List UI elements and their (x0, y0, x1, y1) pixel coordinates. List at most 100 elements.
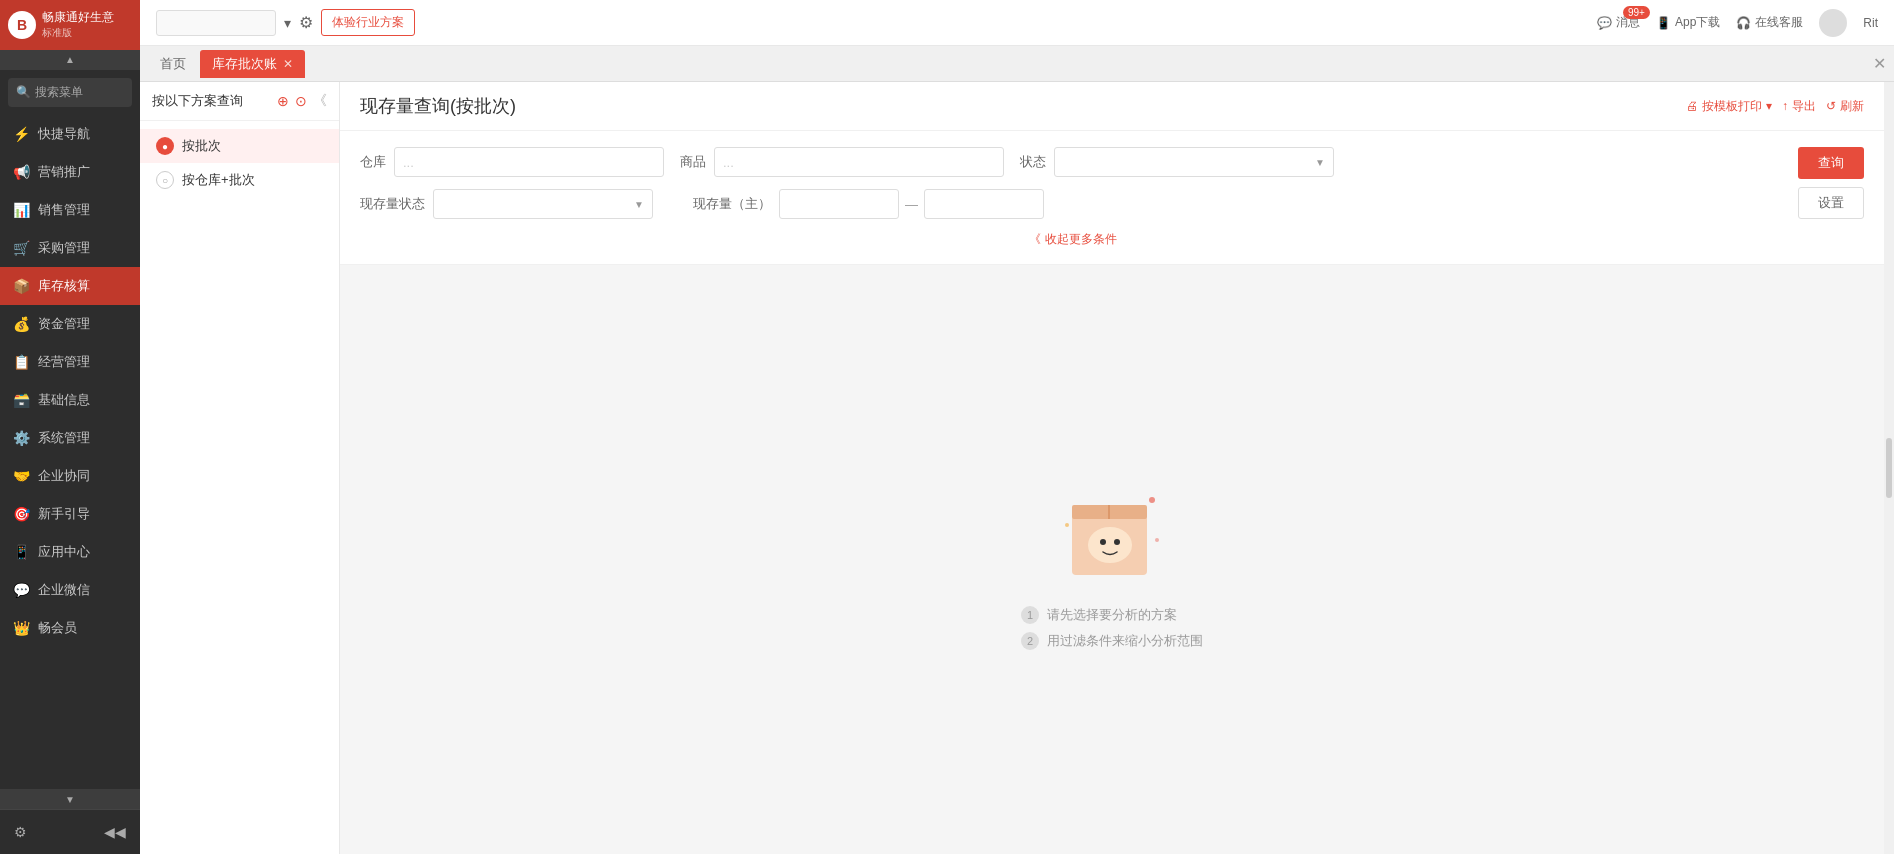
print-button[interactable]: 🖨 按模板打印 ▾ (1686, 98, 1772, 115)
message-icon: 💬 (1597, 16, 1612, 30)
export-icon: ↑ (1782, 99, 1788, 113)
sidebar-item-sales[interactable]: 📊 销售管理 (0, 191, 140, 229)
left-panel-header: 按以下方案查询 ⊕ ⊙ 《 (140, 82, 339, 121)
svg-point-8 (1155, 538, 1159, 542)
sidebar-item-marketing[interactable]: 📢 营销推广 (0, 153, 140, 191)
set-button[interactable]: 设置 (1798, 187, 1864, 219)
warehouse-input[interactable]: ... (394, 147, 664, 177)
stock-qty-min-input[interactable] (779, 189, 899, 219)
svg-point-6 (1149, 497, 1155, 503)
sidebar-item-label: 经营管理 (38, 353, 90, 371)
app-logo: B (8, 11, 36, 39)
export-button[interactable]: ↑ 导出 (1782, 98, 1816, 115)
add-scheme-button[interactable]: ⊕ (277, 93, 289, 109)
warehouse-filter: 仓库 ... (360, 147, 664, 177)
sidebar-item-operations[interactable]: 📋 经营管理 (0, 343, 140, 381)
tab-home[interactable]: 首页 (148, 50, 198, 78)
query-button[interactable]: 查询 (1798, 147, 1864, 179)
sidebar-nav: ⚡ 快捷导航 📢 营销推广 📊 销售管理 🛒 采购管理 📦 库存核算 💰 资金管… (0, 115, 140, 789)
sidebar-item-appstore[interactable]: 📱 应用中心 (0, 533, 140, 571)
filter-row-1: 仓库 ... 商品 ... (360, 147, 1786, 177)
user-avatar[interactable] (1819, 9, 1847, 37)
message-badge: 99+ (1623, 6, 1650, 19)
panel-close-button[interactable]: ✕ (1873, 54, 1886, 73)
sidebar-item-label: 系统管理 (38, 429, 90, 447)
sidebar-item-purchase[interactable]: 🛒 采购管理 (0, 229, 140, 267)
sidebar-item-label: 新手引导 (38, 505, 90, 523)
search-menu-button[interactable]: 🔍 搜索菜单 (8, 78, 132, 107)
collapse-sidebar-button[interactable]: ◀◀ (100, 820, 130, 844)
scrollbar-thumb (1886, 438, 1892, 498)
topbar-dropdown-button[interactable]: ▾ (284, 15, 291, 31)
step-2-num: 2 (1021, 632, 1039, 650)
action-buttons: 查询 设置 (1798, 147, 1864, 219)
stock-qty-max-input[interactable] (924, 189, 1044, 219)
tab-batch[interactable]: 库存批次账 ✕ (200, 50, 305, 78)
service-label: 在线客服 (1755, 14, 1803, 31)
settings-button[interactable]: ⚙ (10, 820, 31, 844)
step-1-num: 1 (1021, 606, 1039, 624)
collapse-left-button[interactable]: 《 (313, 92, 327, 110)
status-dropdown[interactable]: ▼ (1054, 147, 1334, 177)
username-label[interactable]: Rit (1863, 16, 1878, 30)
operations-icon: 📋 (12, 353, 30, 371)
collapse-more-button[interactable]: 《 收起更多条件 (1029, 231, 1117, 248)
stock-status-select[interactable]: ▼ (433, 189, 653, 219)
stock-status-chevron-icon: ▼ (634, 199, 644, 210)
topbar-search-input[interactable] (156, 10, 276, 36)
left-panel-title: 按以下方案查询 (152, 92, 243, 110)
scheme-settings-button[interactable]: ⊙ (295, 93, 307, 109)
sidebar: B 畅康通好生意 标准版 ▲ 🔍 搜索菜单 ⚡ 快捷导航 📢 营销推广 📊 销售… (0, 0, 140, 854)
warehouse-label: 仓库 (360, 153, 386, 171)
app-download-button[interactable]: 📱 App下载 (1656, 14, 1720, 31)
message-button[interactable]: 💬 消息 99+ (1597, 14, 1640, 31)
sidebar-item-quick[interactable]: ⚡ 快捷导航 (0, 115, 140, 153)
topbar-right: 💬 消息 99+ 📱 App下载 🎧 在线客服 Rit (1597, 9, 1878, 37)
empty-text: 1 请先选择要分析的方案 2 用过滤条件来缩小分析范围 (1021, 606, 1203, 650)
topbar-gear-button[interactable]: ⚙ (299, 13, 313, 32)
print-dropdown-icon: ▾ (1766, 99, 1772, 113)
sidebar-item-inventory[interactable]: 📦 库存核算 (0, 267, 140, 305)
product-filter: 商品 ... (680, 147, 1004, 177)
product-input[interactable]: ... (714, 147, 1004, 177)
stock-qty-filter: 现存量（主） — (693, 189, 1044, 219)
enterprise-icon: 🤝 (12, 467, 30, 485)
scheme-item-batch[interactable]: ● 按批次 (140, 129, 339, 163)
experience-button[interactable]: 体验行业方案 (321, 9, 415, 36)
sidebar-item-enterprise[interactable]: 🤝 企业协同 (0, 457, 140, 495)
appstore-icon: 📱 (12, 543, 30, 561)
sidebar-item-label: 应用中心 (38, 543, 90, 561)
sidebar-item-newbie[interactable]: 🎯 新手引导 (0, 495, 140, 533)
quick-icon: ⚡ (12, 125, 30, 143)
scheme-item-warehouse-batch[interactable]: ○ 按仓库+批次 (140, 163, 339, 197)
sidebar-item-finance[interactable]: 💰 资金管理 (0, 305, 140, 343)
scroll-down[interactable]: ▼ (0, 789, 140, 809)
content-area: 按以下方案查询 ⊕ ⊙ 《 ● 按批次 ○ 按仓库+批次 (140, 82, 1894, 854)
product-label: 商品 (680, 153, 706, 171)
empty-step-2: 2 用过滤条件来缩小分析范围 (1021, 632, 1203, 650)
sidebar-item-member[interactable]: 👑 畅会员 (0, 609, 140, 647)
right-panel: 现存量查询(按批次) 🖨 按模板打印 ▾ ↑ 导出 ↺ 刷新 (340, 82, 1884, 854)
stock-qty-range: — (779, 189, 1044, 219)
chevron-up-icon: 《 (1029, 231, 1041, 248)
refresh-button[interactable]: ↺ 刷新 (1826, 98, 1864, 115)
newbie-icon: 🎯 (12, 505, 30, 523)
main-area: ▾ ⚙ 体验行业方案 💬 消息 99+ 📱 App下载 🎧 在线客服 Rit (140, 0, 1894, 854)
sidebar-item-wechat[interactable]: 💬 企业微信 (0, 571, 140, 609)
status-filter: 状态 ▼ (1020, 147, 1334, 177)
tab-close-button[interactable]: ✕ (283, 57, 293, 71)
online-service-button[interactable]: 🎧 在线客服 (1736, 14, 1803, 31)
stock-qty-label: 现存量（主） (693, 195, 771, 213)
collapse-area: 《 收起更多条件 (360, 231, 1786, 248)
filter-area: 仓库 ... 商品 ... (340, 131, 1884, 265)
right-scrollbar[interactable] (1884, 82, 1894, 854)
sidebar-item-label: 销售管理 (38, 201, 90, 219)
sidebar-item-basic[interactable]: 🗃️ 基础信息 (0, 381, 140, 419)
wechat-icon: 💬 (12, 581, 30, 599)
step-2-text: 用过滤条件来缩小分析范围 (1047, 632, 1203, 650)
scroll-up[interactable]: ▲ (0, 50, 140, 70)
sidebar-item-label: 库存核算 (38, 277, 90, 295)
sidebar-item-system[interactable]: ⚙️ 系统管理 (0, 419, 140, 457)
status-chevron-icon: ▼ (1315, 157, 1325, 168)
sidebar-item-label: 快捷导航 (38, 125, 90, 143)
